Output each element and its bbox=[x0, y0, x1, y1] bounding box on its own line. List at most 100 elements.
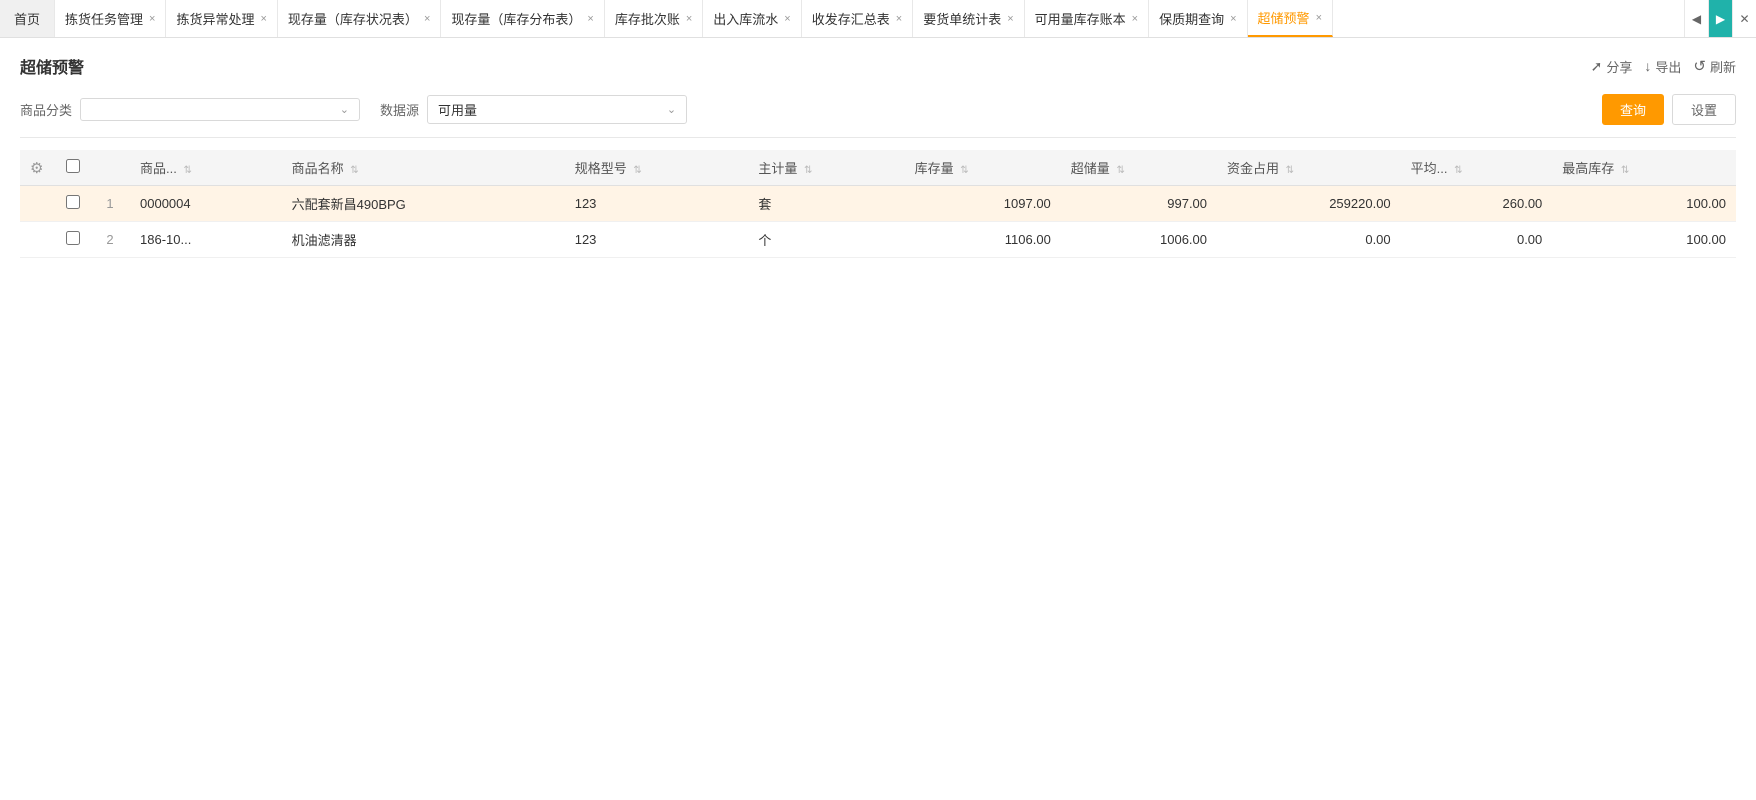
td-product-code-1: 186-10... bbox=[130, 222, 282, 258]
th-capital-label: 资金占用 bbox=[1227, 161, 1279, 176]
nav-arrows: ◀ ▶ ✕ bbox=[1684, 0, 1756, 37]
row-checkbox-1[interactable] bbox=[66, 231, 80, 245]
nav-tab-label-tab7: 收发存汇总表 bbox=[812, 9, 890, 28]
td-overflow-1: 1006.00 bbox=[1061, 222, 1217, 258]
datasource-value: 可用量 bbox=[438, 100, 477, 119]
nav-tab-tab3[interactable]: 现存量（库存状况表）× bbox=[278, 0, 441, 37]
header-actions: ➚ 分享 ↓ 导出 ↺ 刷新 bbox=[1591, 57, 1736, 76]
nav-tab-close-tab7[interactable]: × bbox=[896, 13, 902, 25]
nav-tab-label-tab5: 库存批次账 bbox=[615, 9, 680, 28]
th-gear[interactable]: ⚙ bbox=[20, 150, 56, 186]
th-spec[interactable]: 规格型号 ⇅ bbox=[565, 150, 749, 186]
page-content: 超储预警 ➚ 分享 ↓ 导出 ↺ 刷新 商品分类 ⌄ 数据源 bbox=[0, 38, 1756, 800]
nav-tab-close-tab2[interactable]: × bbox=[260, 13, 266, 25]
nav-tab-close-tab9[interactable]: × bbox=[1132, 13, 1138, 25]
nav-tab-label-tab4: 现存量（库存分布表） bbox=[451, 9, 581, 28]
filter-area: 商品分类 ⌄ 数据源 可用量 ⌄ 查询 设置 bbox=[20, 94, 1736, 125]
nav-tab-tab8[interactable]: 要货单统计表 × bbox=[913, 0, 1024, 37]
th-checkbox[interactable] bbox=[56, 150, 90, 186]
datasource-label: 数据源 bbox=[380, 100, 419, 119]
td-max-stock-0: 100.00 bbox=[1552, 186, 1736, 222]
td-checkbox-0[interactable] bbox=[56, 186, 90, 222]
td-gear-1 bbox=[20, 222, 56, 258]
nav-tab-label-tab6: 出入库流水 bbox=[713, 9, 778, 28]
nav-tab-tab1[interactable]: 拣货任务管理 × bbox=[55, 0, 166, 37]
refresh-button[interactable]: ↺ 刷新 bbox=[1693, 57, 1736, 76]
row-checkbox-0[interactable] bbox=[66, 195, 80, 209]
refresh-label: 刷新 bbox=[1710, 57, 1736, 76]
td-stock-0: 1097.00 bbox=[905, 186, 1061, 222]
nav-tab-tab11[interactable]: 超储预警 × bbox=[1248, 0, 1333, 37]
th-product-name-label: 商品名称 bbox=[292, 161, 344, 176]
nav-tab-tab4[interactable]: 现存量（库存分布表） × bbox=[441, 0, 604, 37]
settings-button[interactable]: 设置 bbox=[1672, 94, 1736, 125]
th-unit-label: 主计量 bbox=[758, 161, 797, 176]
nav-tab-close-tab5[interactable]: × bbox=[686, 13, 692, 25]
td-stock-1: 1106.00 bbox=[905, 222, 1061, 258]
sort-icon-max-stock: ⇅ bbox=[1621, 165, 1629, 176]
sort-icon-spec: ⇅ bbox=[633, 165, 641, 176]
td-rownum-0: 1 bbox=[90, 186, 130, 222]
td-unit-0: 套 bbox=[748, 186, 904, 222]
nav-tab-label-tab8: 要货单统计表 bbox=[923, 9, 1001, 28]
share-label: 分享 bbox=[1606, 57, 1632, 76]
td-checkbox-1[interactable] bbox=[56, 222, 90, 258]
nav-tab-close-tab1[interactable]: × bbox=[149, 13, 155, 25]
nav-tab-tab9[interactable]: 可用量库存账本× bbox=[1025, 0, 1149, 37]
nav-arrow-left[interactable]: ◀ bbox=[1684, 0, 1708, 37]
table-row: 1 0000004 六配套新昌490BPG 123 套 1097.00 997.… bbox=[20, 186, 1736, 222]
export-button[interactable]: ↓ 导出 bbox=[1644, 57, 1681, 76]
td-product-code-0: 0000004 bbox=[130, 186, 282, 222]
nav-tab-close-tab10[interactable]: × bbox=[1230, 13, 1236, 25]
category-filter: 商品分类 ⌄ bbox=[20, 98, 360, 121]
nav-tab-tab2[interactable]: 拣货异常处理 × bbox=[166, 0, 277, 37]
share-icon: ➚ bbox=[1591, 58, 1603, 75]
sort-icon-overflow: ⇅ bbox=[1116, 165, 1124, 176]
td-unit-1: 个 bbox=[748, 222, 904, 258]
th-avg[interactable]: 平均... ⇅ bbox=[1401, 150, 1553, 186]
filter-buttons: 查询 设置 bbox=[1602, 94, 1736, 125]
data-table: ⚙ 商品... ⇅ 商品名称 ⇅ 规格型号 ⇅ bbox=[20, 150, 1736, 258]
th-max-stock[interactable]: 最高库存 ⇅ bbox=[1552, 150, 1736, 186]
th-capital[interactable]: 资金占用 ⇅ bbox=[1217, 150, 1401, 186]
category-select[interactable]: ⌄ bbox=[80, 98, 360, 121]
nav-tab-close-tab4[interactable]: × bbox=[587, 13, 593, 25]
nav-tab-label-tab10: 保质期查询 bbox=[1159, 9, 1224, 28]
nav-tab-label-tab11: 超储预警 bbox=[1258, 8, 1310, 27]
nav-tab-tab7[interactable]: 收发存汇总表 × bbox=[802, 0, 913, 37]
nav-tab-tab6[interactable]: 出入库流水 × bbox=[703, 0, 801, 37]
th-overflow[interactable]: 超储量 ⇅ bbox=[1061, 150, 1217, 186]
query-button[interactable]: 查询 bbox=[1602, 94, 1664, 125]
table-body: 1 0000004 六配套新昌490BPG 123 套 1097.00 997.… bbox=[20, 186, 1736, 258]
table-row: 2 186-10... 机油滤清器 123 个 1106.00 1006.00 … bbox=[20, 222, 1736, 258]
share-button[interactable]: ➚ 分享 bbox=[1591, 57, 1633, 76]
divider bbox=[20, 137, 1736, 138]
refresh-icon: ↺ bbox=[1693, 57, 1706, 75]
export-icon: ↓ bbox=[1644, 58, 1651, 74]
sort-icon-product-code: ⇅ bbox=[183, 165, 191, 176]
th-unit[interactable]: 主计量 ⇅ bbox=[748, 150, 904, 186]
th-stock[interactable]: 库存量 ⇅ bbox=[905, 150, 1061, 186]
nav-tab-close-tab3[interactable]: × bbox=[424, 13, 430, 25]
th-product-name[interactable]: 商品名称 ⇅ bbox=[282, 150, 565, 186]
nav-tab-close-tab8[interactable]: × bbox=[1007, 13, 1013, 25]
td-overflow-0: 997.00 bbox=[1061, 186, 1217, 222]
nav-home[interactable]: 首页 bbox=[0, 0, 55, 37]
nav-tabs: 拣货任务管理×拣货异常处理×现存量（库存状况表）×现存量（库存分布表）×库存批次… bbox=[55, 0, 1333, 37]
nav-arrow-close[interactable]: ✕ bbox=[1732, 0, 1756, 37]
td-gear-0 bbox=[20, 186, 56, 222]
nav-tab-tab10[interactable]: 保质期查询 × bbox=[1149, 0, 1247, 37]
gear-icon[interactable]: ⚙ bbox=[30, 160, 43, 177]
nav-tab-close-tab11[interactable]: × bbox=[1316, 12, 1322, 24]
sort-icon-capital: ⇅ bbox=[1286, 165, 1294, 176]
th-avg-label: 平均... bbox=[1411, 161, 1448, 176]
select-all-checkbox[interactable] bbox=[66, 159, 80, 173]
page-title: 超储预警 bbox=[20, 54, 84, 78]
nav-tab-close-tab6[interactable]: × bbox=[784, 13, 790, 25]
nav-tab-label-tab2: 拣货异常处理 bbox=[176, 9, 254, 28]
datasource-select[interactable]: 可用量 ⌄ bbox=[427, 95, 687, 124]
th-product-code[interactable]: 商品... ⇅ bbox=[130, 150, 282, 186]
nav-tab-tab5[interactable]: 库存批次账 × bbox=[605, 0, 703, 37]
nav-tab-label-tab1: 拣货任务管理 bbox=[65, 9, 143, 28]
nav-arrow-right[interactable]: ▶ bbox=[1708, 0, 1732, 37]
